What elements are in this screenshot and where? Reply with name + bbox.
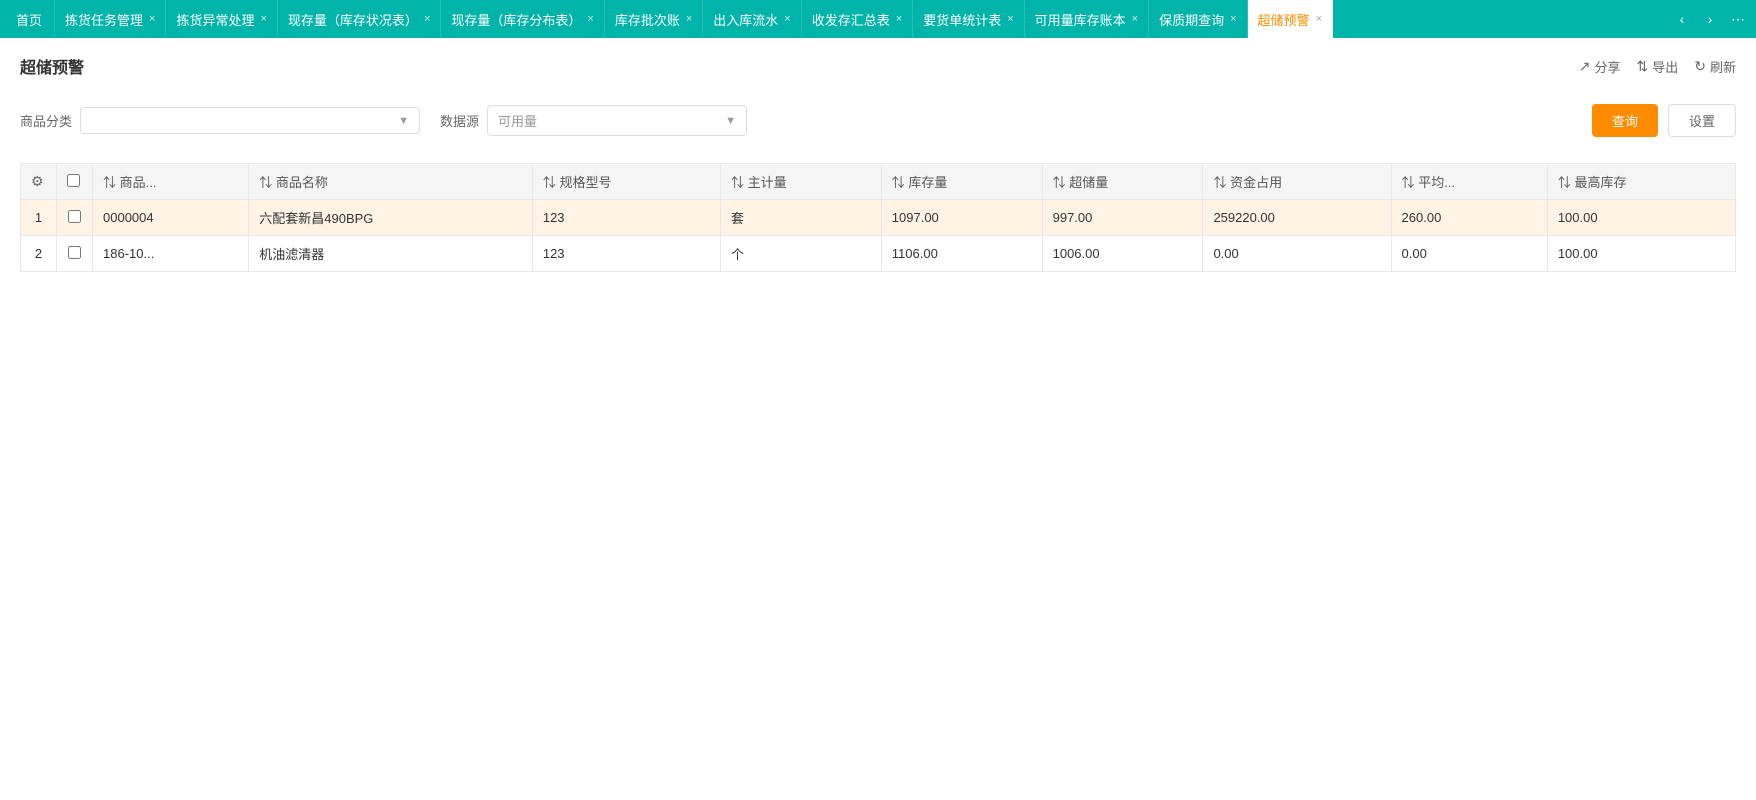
refresh-icon: ↻	[1694, 58, 1706, 75]
col-overstock-header[interactable]: ⇅ 超储量	[1042, 164, 1203, 200]
tab-close-rakugo[interactable]: ×	[149, 13, 155, 25]
row-stock-1: 1097.00	[881, 200, 1042, 236]
row-number-2: 2	[21, 236, 57, 272]
datasource-chevron-icon: ▼	[725, 115, 736, 127]
row-sku-code-2: 186-10...	[93, 236, 249, 272]
share-button[interactable]: ↗ 分享	[1579, 57, 1621, 76]
nav-arrow-left[interactable]: ‹	[1668, 0, 1696, 38]
row-checkbox-1	[57, 200, 93, 236]
tab-close-quality[interactable]: ×	[1230, 13, 1236, 25]
settings-button[interactable]: 设置	[1668, 104, 1736, 137]
col-checkbox-header	[57, 164, 93, 200]
page-title: 超储预警	[20, 54, 84, 78]
row-avg-1: 260.00	[1391, 200, 1547, 236]
refresh-button[interactable]: ↻ 刷新	[1694, 57, 1736, 76]
category-label: 商品分类	[20, 111, 72, 130]
row-max-stock-2: 100.00	[1547, 236, 1735, 272]
col-avg-header[interactable]: ⇅ 平均...	[1391, 164, 1547, 200]
tab-close-inv-dist[interactable]: ×	[587, 13, 593, 25]
tab-close-overstock[interactable]: ×	[1316, 13, 1322, 25]
table-row: 1 0000004 六配套新昌490BPG 123 套 1097.00 997.…	[21, 200, 1736, 236]
datasource-select[interactable]: 可用量 ▼	[487, 105, 747, 136]
col-settings-header: ⚙	[21, 164, 57, 200]
category-select[interactable]: ▼	[80, 107, 420, 134]
query-button[interactable]: 查询	[1592, 104, 1658, 137]
export-button[interactable]: ⇅ 导出	[1637, 57, 1679, 76]
col-stock-header[interactable]: ⇅ 库存量	[881, 164, 1042, 200]
row-sku-name-1: 六配套新昌490BPG	[249, 200, 533, 236]
row-number-1: 1	[21, 200, 57, 236]
col-sku-code-header[interactable]: ⇅ 商品...	[93, 164, 249, 200]
nav-home[interactable]: 首页	[4, 0, 55, 38]
row-unit-2: 个	[720, 236, 881, 272]
row-spec-2: 123	[532, 236, 720, 272]
tab-avail-stock[interactable]: 可用量库存账本 ×	[1025, 0, 1149, 38]
row-spec-1: 123	[532, 200, 720, 236]
tab-close-abnormal[interactable]: ×	[260, 13, 266, 25]
tab-close-collect[interactable]: ×	[896, 13, 902, 25]
filter-row: 商品分类 ▼ 数据源 可用量 ▼ 查询 设置	[20, 94, 1736, 147]
row-capital-1: 259220.00	[1203, 200, 1391, 236]
row-capital-2: 0.00	[1203, 236, 1391, 272]
tab-overstock[interactable]: 超储预警 ×	[1248, 0, 1333, 38]
row-avg-2: 0.00	[1391, 236, 1547, 272]
row-select-1[interactable]	[68, 210, 81, 223]
tab-batch[interactable]: 库存批次账 ×	[605, 0, 703, 38]
data-table: ⚙ ⇅ 商品... ⇅ 商品名称 ⇅ 规格型号 ⇅	[20, 163, 1736, 272]
share-icon: ↗	[1579, 58, 1591, 75]
row-sku-name-2: 机油滤清器	[249, 236, 533, 272]
tab-collect[interactable]: 收发存汇总表 ×	[802, 0, 913, 38]
page-header: 超储预警 ↗ 分享 ⇅ 导出 ↻ 刷新	[20, 54, 1736, 78]
datasource-label: 数据源	[440, 111, 479, 130]
tab-inventory-status[interactable]: 现存量（库存状况表） ×	[278, 0, 441, 38]
category-chevron-icon: ▼	[398, 115, 409, 127]
table-row: 2 186-10... 机油滤清器 123 个 1106.00 1006.00 …	[21, 236, 1736, 272]
export-icon: ⇅	[1637, 58, 1649, 75]
tab-rakugo[interactable]: 拣货任务管理 ×	[55, 0, 166, 38]
row-unit-1: 套	[720, 200, 881, 236]
col-capital-header[interactable]: ⇅ 资金占用	[1203, 164, 1391, 200]
col-unit-header[interactable]: ⇅ 主计量	[720, 164, 881, 200]
filter-actions: 查询 设置	[1592, 104, 1736, 137]
row-select-2[interactable]	[68, 246, 81, 259]
tab-close-batch[interactable]: ×	[686, 13, 692, 25]
tab-close-avail[interactable]: ×	[1132, 13, 1138, 25]
nav-arrows: ‹ › ⋯	[1668, 0, 1752, 38]
row-overstock-2: 1006.00	[1042, 236, 1203, 272]
row-checkbox-2	[57, 236, 93, 272]
tab-inventory-dist[interactable]: 现存量（库存分布表） ×	[441, 0, 604, 38]
category-filter-group: 商品分类 ▼	[20, 107, 420, 134]
tab-close-order[interactable]: ×	[1007, 13, 1013, 25]
row-sku-code-1: 0000004	[93, 200, 249, 236]
tab-abnormal[interactable]: 拣货异常处理 ×	[166, 0, 277, 38]
col-spec-header[interactable]: ⇅ 规格型号	[532, 164, 720, 200]
settings-gear-icon[interactable]: ⚙	[31, 173, 44, 189]
select-all-checkbox[interactable]	[67, 174, 80, 187]
nav-arrow-right[interactable]: ›	[1696, 0, 1724, 38]
col-sku-name-header[interactable]: ⇅ 商品名称	[249, 164, 533, 200]
tab-quality[interactable]: 保质期查询 ×	[1149, 0, 1247, 38]
tab-inout[interactable]: 出入库流水 ×	[703, 0, 801, 38]
tab-close-inout[interactable]: ×	[784, 13, 790, 25]
row-stock-2: 1106.00	[881, 236, 1042, 272]
tab-order-stat[interactable]: 要货单统计表 ×	[913, 0, 1024, 38]
top-navigation: 首页 拣货任务管理 × 拣货异常处理 × 现存量（库存状况表） × 现存量（库存…	[0, 0, 1756, 38]
header-actions: ↗ 分享 ⇅ 导出 ↻ 刷新	[1579, 57, 1736, 76]
page-content: 超储预警 ↗ 分享 ⇅ 导出 ↻ 刷新 商品分类 ▼ 数据源	[0, 38, 1756, 800]
tab-close-inv-status[interactable]: ×	[424, 13, 430, 25]
table-header-row: ⚙ ⇅ 商品... ⇅ 商品名称 ⇅ 规格型号 ⇅	[21, 164, 1736, 200]
col-max-header[interactable]: ⇅ 最高库存	[1547, 164, 1735, 200]
row-overstock-1: 997.00	[1042, 200, 1203, 236]
row-max-stock-1: 100.00	[1547, 200, 1735, 236]
datasource-filter-group: 数据源 可用量 ▼	[440, 105, 747, 136]
nav-arrow-more[interactable]: ⋯	[1724, 0, 1752, 38]
